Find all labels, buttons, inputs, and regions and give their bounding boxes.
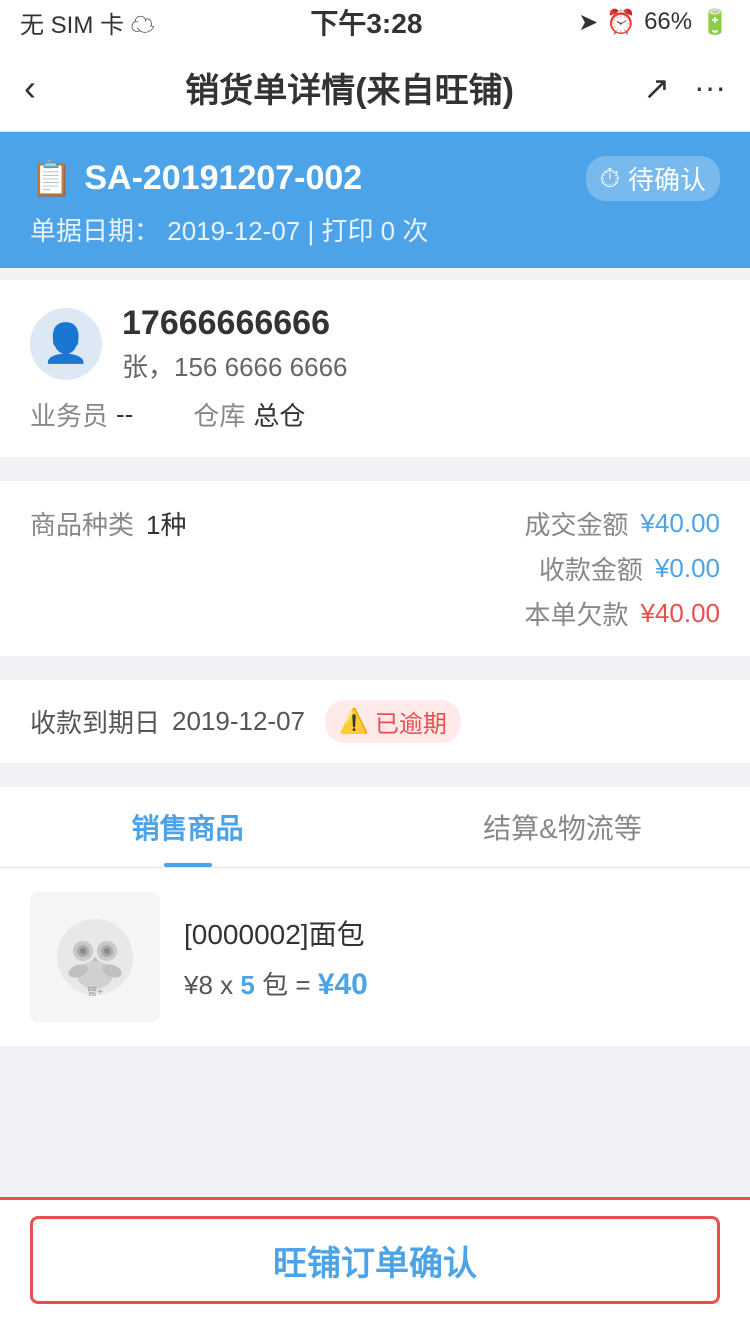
divider-4 <box>0 775 750 787</box>
avatar-icon: 👤 <box>42 322 89 366</box>
nav-actions: ↗ ··· <box>643 69 726 107</box>
warehouse-label: 仓库 <box>193 396 245 433</box>
status-left: 无 SIM 卡 ☁ <box>20 5 155 40</box>
order-id-text: SA-20191207-002 <box>84 159 362 198</box>
divider-3 <box>0 668 750 680</box>
share-button[interactable]: ↗ <box>643 69 670 107</box>
sim-status: 无 SIM 卡 ☁ <box>20 5 155 40</box>
tab-settlement[interactable]: 结算&物流等 <box>375 787 750 867</box>
warehouse-value: 总仓 <box>253 396 305 433</box>
date-label: 单据日期： <box>30 216 160 246</box>
page-title: 销货单详情(来自旺铺) <box>56 63 643 112</box>
due-date-label: 收款到期日 <box>30 703 160 740</box>
received-label: 收款金额 <box>539 550 643 587</box>
status-right: ➤ ⏰ 66% 🔋 <box>578 8 730 37</box>
amount-value: ¥40.00 <box>640 508 720 539</box>
customer-card: 👤 17666666666 张，156 6666 6666 业务员 -- 仓库 … <box>0 280 750 457</box>
battery-status: 66% <box>644 8 692 36</box>
customer-row: 👤 17666666666 张，156 6666 6666 <box>30 304 720 384</box>
order-id-row: 📋 SA-20191207-002 ⏱ 待确认 <box>30 156 720 201</box>
overdue-badge: ⚠️ 已逾期 <box>325 700 461 743</box>
owed-label: 本单欠款 <box>524 595 628 632</box>
order-header: 📋 SA-20191207-002 ⏱ 待确认 单据日期： 2019-12-07… <box>0 132 750 268</box>
product-info: [0000002]面包 ¥8 x 5 包 = ¥40 <box>184 913 720 1002</box>
product-name-text: 面包 <box>309 919 365 950</box>
quantity: 5 <box>240 970 254 1000</box>
warehouse-item: 仓库 总仓 <box>193 396 305 433</box>
amounts-section: 成交金额 ¥40.00 收款金额 ¥0.00 本单欠款 ¥40.00 <box>524 505 720 632</box>
order-date-row: 单据日期： 2019-12-07 | 打印 0 次 <box>30 211 720 248</box>
customer-phone: 17666666666 <box>122 304 348 343</box>
print-info: | 打印 0 次 <box>307 216 428 246</box>
clock-icon: ⏱ <box>600 163 620 195</box>
product-type-section: 商品种类 1种 <box>30 505 186 542</box>
overdue-text: 已逾期 <box>375 704 447 739</box>
divider-1 <box>0 268 750 280</box>
order-id: 📋 SA-20191207-002 <box>30 159 362 199</box>
order-status-badge: ⏱ 待确认 <box>586 156 720 201</box>
sales-label: 业务员 <box>30 396 108 433</box>
back-button[interactable]: ‹ <box>24 67 36 109</box>
total-price: ¥40 <box>318 968 368 1001</box>
location-icon: ➤ <box>578 8 598 37</box>
due-date-value: 2019-12-07 <box>172 706 305 737</box>
confirm-order-button[interactable]: 旺铺订单确认 <box>30 1216 720 1304</box>
due-date-card: 收款到期日 2019-12-07 ⚠️ 已逾期 <box>0 680 750 763</box>
more-button[interactable]: ··· <box>694 69 726 106</box>
equals-sign: = <box>295 970 317 1000</box>
tab-sales-label: 销售商品 <box>131 813 243 844</box>
amount-row-2: 收款金额 ¥0.00 <box>539 550 720 587</box>
summary-card: 商品种类 1种 成交金额 ¥40.00 收款金额 ¥0.00 本单欠款 ¥40.… <box>0 481 750 656</box>
status-bar: 无 SIM 卡 ☁ 下午3:28 ➤ ⏰ 66% 🔋 <box>0 0 750 44</box>
status-text: 待确认 <box>628 160 706 197</box>
customer-name: 张，156 6666 6666 <box>122 347 348 384</box>
amount-row-1: 成交金额 ¥40.00 <box>524 505 720 542</box>
product-type-label: 商品种类 <box>30 505 134 542</box>
customer-details: 17666666666 张，156 6666 6666 <box>122 304 348 384</box>
tab-settlement-label: 结算&物流等 <box>483 813 642 844</box>
status-time: 下午3:28 <box>310 2 422 42</box>
received-value: ¥0.00 <box>655 553 720 584</box>
product-image: 管+ <box>30 892 160 1022</box>
product-type-value: 1种 <box>146 505 186 542</box>
amount-row-3: 本单欠款 ¥40.00 <box>524 595 720 632</box>
divider-2 <box>0 469 750 481</box>
sales-item: 业务员 -- <box>30 396 133 433</box>
product-code: [0000002] <box>184 919 309 950</box>
product-card: 管+ [0000002]面包 ¥8 x 5 包 = ¥40 <box>0 868 750 1046</box>
amount-label: 成交金额 <box>524 505 628 542</box>
tabs-bar: 销售商品 结算&物流等 <box>0 787 750 868</box>
multiply-sign: x <box>220 970 240 1000</box>
product-thumbnail: 管+ <box>55 917 135 997</box>
nav-bar: ‹ 销货单详情(来自旺铺) ↗ ··· <box>0 44 750 132</box>
tab-sales-product[interactable]: 销售商品 <box>0 787 375 867</box>
sales-value: -- <box>116 399 133 430</box>
product-price-row: ¥8 x 5 包 = ¥40 <box>184 965 720 1002</box>
order-date-value: 2019-12-07 <box>167 216 300 246</box>
battery-icon: 🔋 <box>700 8 730 37</box>
warning-icon: ⚠️ <box>339 707 369 736</box>
order-icon: 📋 <box>30 159 72 199</box>
bottom-bar: 旺铺订单确认 <box>0 1197 750 1334</box>
avatar: 👤 <box>30 308 102 380</box>
alarm-icon: ⏰ <box>606 8 636 37</box>
product-name: [0000002]面包 <box>184 913 720 953</box>
owed-value: ¥40.00 <box>640 598 720 629</box>
unit-price: ¥8 <box>184 970 213 1000</box>
svg-text:管+: 管+ <box>87 985 103 997</box>
customer-meta: 业务员 -- 仓库 总仓 <box>30 396 720 433</box>
unit-text: 包 <box>262 970 288 1000</box>
